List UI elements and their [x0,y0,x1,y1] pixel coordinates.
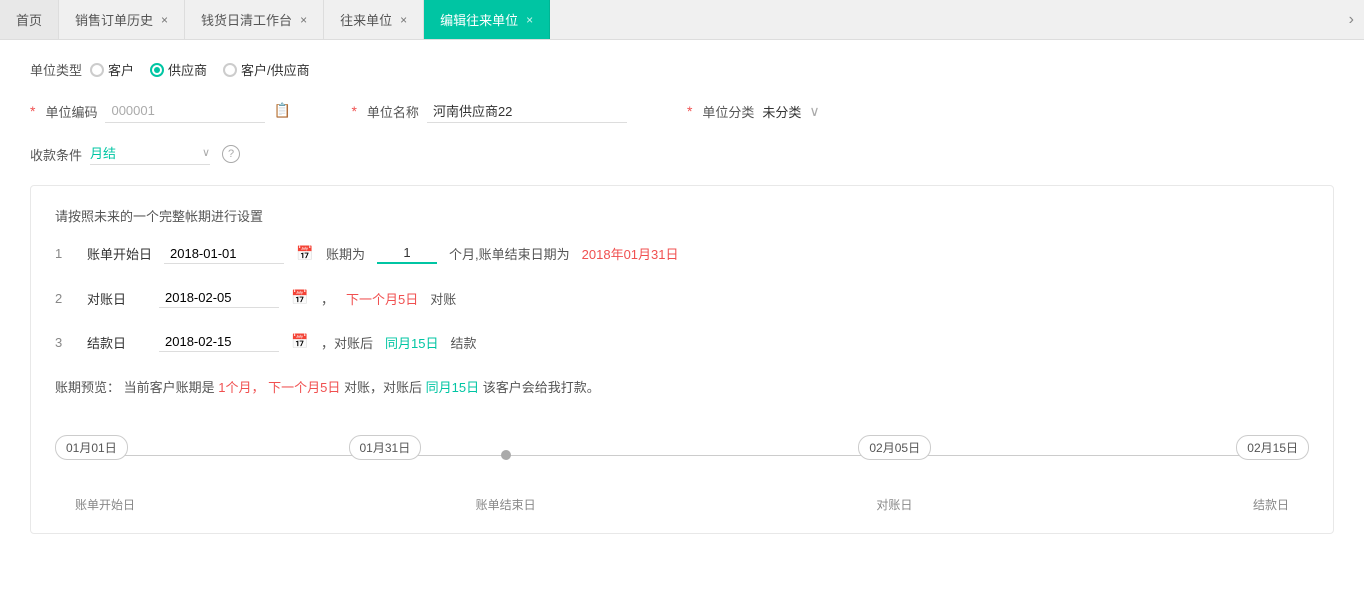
unit-code-input[interactable] [105,99,265,123]
timeline-label-2: 账单结束日 [476,496,536,513]
unit-info-row: * 单位编码 📋 * 单位名称 * 单位分类 未分类 ∨ [30,99,1334,123]
timeline-point-1: 01月01日 账单开始日 [75,435,135,513]
start-date-calendar-icon[interactable]: 📅 [296,245,314,263]
tab-cash-workbench[interactable]: 钱货日清工作台 × [185,0,324,39]
reconcile-date-input[interactable] [159,288,279,308]
tab-close-partner[interactable]: × [400,13,407,27]
payment-highlight: 同月15日 [385,333,438,352]
payment-item: 收款条件 月结 ∨ ? [30,143,240,165]
unit-code-label: 单位编码 [45,102,97,121]
unit-name-item: * 单位名称 [351,99,626,123]
tab-close-cash-workbench[interactable]: × [300,13,307,27]
start-date-input[interactable] [164,244,284,264]
payment-prefix: ，对账后 [321,333,373,352]
period-num-3: 3 [55,335,75,350]
timeline-dot-2 [501,450,511,460]
period-end-date: 2018年01月31日 [582,244,679,263]
period-suffix-before: 账期为 [326,244,365,263]
payment-row: 收款条件 月结 ∨ ? [30,143,1334,165]
reconcile-prefix: ， [321,289,334,308]
preview-month: 1个月， [218,380,264,395]
unit-classify-item: * 单位分类 未分类 ∨ [687,102,922,121]
tab-sales-history[interactable]: 销售订单历史 × [59,0,185,39]
period-label-1: 账单开始日 [87,244,152,263]
period-panel: 请按照未来的一个完整帐期进行设置 1 账单开始日 📅 账期为 个月,账单结束日期… [30,185,1334,534]
payment-suffix: 结款 [450,333,476,352]
timeline-label-3: 对账日 [876,496,912,513]
period-row-3: 3 结款日 📅 ，对账后 同月15日 结款 [55,332,1309,352]
unit-name-label: 单位名称 [367,102,419,121]
unit-type-radio-group: 客户 供应商 客户/供应商 [90,60,310,79]
timeline-chip-4: 02月15日 [1236,435,1309,460]
tab-expand-button[interactable]: › [1339,0,1364,39]
unit-classify-label: 单位分类 [702,102,754,121]
code-required-star: * [30,103,35,119]
preview-text: 当前客户账期是 [124,380,215,395]
unit-type-label: 单位类型 [30,60,82,79]
period-num-1: 1 [55,246,75,261]
reconcile-suffix: 对账 [430,289,456,308]
copy-icon[interactable]: 📋 [273,102,291,120]
radio-both[interactable]: 客户/供应商 [223,60,310,79]
payment-date-calendar-icon[interactable]: 📅 [291,333,309,351]
timeline-points: 01月01日 账单开始日 01月31日 账单结束日 02月05日 对账日 02月… [75,435,1289,513]
period-label-2: 对账日 [87,289,147,308]
payment-date-input[interactable] [159,332,279,352]
preview-reconcile-suf: 对账，对账后 [344,380,422,395]
payment-dropdown-arrow: ∨ [202,146,210,159]
timeline-point-3: 02月05日 对账日 [876,435,912,513]
tab-close-edit-partner[interactable]: × [526,13,533,27]
timeline-point-2: 01月31日 账单结束日 [476,435,536,513]
preview-end: 该客户会给我打款。 [483,380,600,395]
timeline-label-4: 结款日 [1253,496,1289,513]
classify-required-star: * [687,103,692,119]
classify-arrow-icon: ∨ [809,103,819,120]
classify-dropdown[interactable]: 未分类 ∨ [762,102,922,121]
timeline-chip-3: 02月05日 [858,435,931,460]
period-month-input[interactable] [377,243,437,264]
timeline-chip-1: 01月01日 [55,435,128,460]
period-row-1: 1 账单开始日 📅 账期为 个月,账单结束日期为 2018年01月31日 [55,243,1309,264]
preview-row: 账期预览： 当前客户账期是 1个月， 下一个月5日 对账，对账后 同月15日 该… [55,376,1309,399]
period-month-suffix: 个月,账单结束日期为 [449,244,570,263]
payment-dropdown[interactable]: 月结 ∨ [90,143,210,165]
preview-pay: 同月15日 [426,380,479,395]
radio-supplier[interactable]: 供应商 [150,60,207,79]
radio-circle-both [223,63,237,77]
unit-name-input[interactable] [427,99,627,123]
payment-value: 月结 [90,143,198,162]
tab-partner[interactable]: 往来单位 × [324,0,424,39]
classify-value: 未分类 [762,102,801,121]
period-num-2: 2 [55,291,75,306]
tab-bar: 首页 销售订单历史 × 钱货日清工作台 × 往来单位 × 编辑往来单位 × › [0,0,1364,40]
period-instruction: 请按照未来的一个完整帐期进行设置 [55,206,1309,225]
timeline-point-4: 02月15日 结款日 [1253,435,1289,513]
page-content: 单位类型 客户 供应商 客户/供应商 * 单位编码 [0,40,1364,608]
period-row-2: 2 对账日 📅 ， 下一个月5日 对账 [55,288,1309,308]
preview-reconcile-pre: 下一个月5日 [268,380,340,395]
timeline-label-1: 账单开始日 [75,496,135,513]
tab-home[interactable]: 首页 [0,0,59,39]
payment-label: 收款条件 [30,145,82,164]
unit-code-item: * 单位编码 📋 [30,99,291,123]
period-label-3: 结款日 [87,333,147,352]
radio-circle-supplier [150,63,164,77]
name-required-star: * [351,103,356,119]
radio-circle-customer [90,63,104,77]
timeline-chip-2: 01月31日 [349,435,422,460]
tab-close-sales-history[interactable]: × [161,13,168,27]
unit-type-form-item: 单位类型 客户 供应商 客户/供应商 [30,60,310,79]
help-icon[interactable]: ? [222,145,240,163]
preview-label: 账期预览： [55,380,120,395]
tab-edit-partner[interactable]: 编辑往来单位 × [424,0,550,39]
reconcile-date-calendar-icon[interactable]: 📅 [291,289,309,307]
radio-customer[interactable]: 客户 [90,60,134,79]
reconcile-highlight: 下一个月5日 [346,289,418,308]
unit-type-row: 单位类型 客户 供应商 客户/供应商 [30,60,1334,79]
